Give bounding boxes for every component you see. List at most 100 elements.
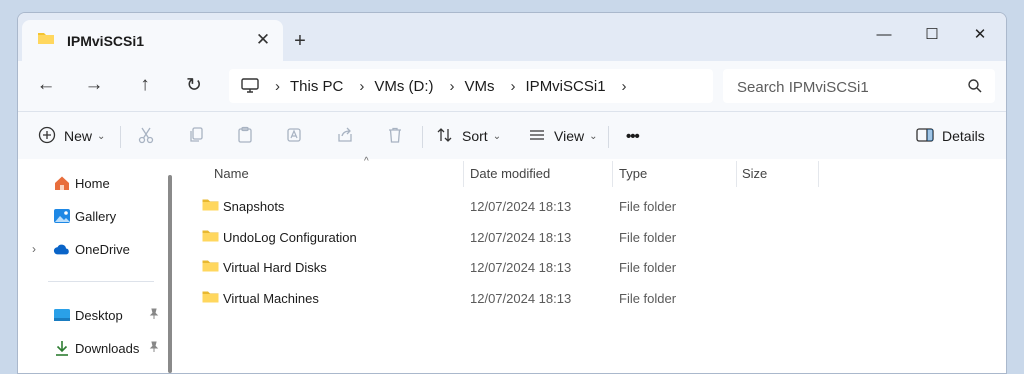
- file-row-virtual-machines[interactable]: Virtual Machines 12/07/2024 18:13 File f…: [198, 283, 978, 313]
- expand-chevron-icon[interactable]: ›: [32, 242, 36, 256]
- file-date: 12/07/2024 18:13: [470, 260, 572, 275]
- file-type: File folder: [619, 291, 677, 306]
- breadcrumb-chevron: ›: [510, 77, 516, 95]
- chevron-down-icon: ⌄: [492, 130, 502, 142]
- breadcrumb-chevron[interactable]: ›: [622, 78, 627, 95]
- address-row: ← → ↑ ↻ › This PC › VMs (D:) › VMs › IPM…: [18, 61, 1006, 111]
- sidebar-item-onedrive[interactable]: › OneDrive: [18, 234, 168, 264]
- refresh-button[interactable]: ↻: [178, 69, 210, 101]
- back-button[interactable]: ←: [30, 69, 62, 101]
- minimize-button[interactable]: —: [861, 19, 907, 49]
- cloud-icon: [53, 240, 71, 258]
- tab-title: IPMviSCSi1: [67, 32, 145, 49]
- cut-button[interactable]: [137, 120, 155, 152]
- copy-button[interactable]: [187, 120, 205, 152]
- breadcrumb-vms-drive[interactable]: VMs (D:): [374, 78, 433, 95]
- column-divider[interactable]: [612, 161, 613, 187]
- explorer-window: IPMviSCSi1 ✕ + — ☐ ✕ ← → ↑ ↻ › This PC ›…: [17, 12, 1007, 374]
- search-box[interactable]: [723, 69, 995, 105]
- column-header-size[interactable]: Size: [742, 159, 812, 187]
- home-icon: [53, 174, 71, 192]
- breadcrumb-ipmviscsi1[interactable]: IPMviSCSi1: [526, 78, 606, 95]
- sidebar-item-gallery[interactable]: Gallery: [18, 201, 168, 231]
- trash-icon: [386, 126, 404, 147]
- sort-up-icon: ^: [364, 156, 369, 167]
- content-area: Home Gallery › OneDrive Desktop Download…: [18, 156, 1006, 373]
- breadcrumb-this-pc[interactable]: This PC: [290, 78, 343, 95]
- rename-icon: [286, 126, 304, 147]
- column-header-date[interactable]: Date modified: [470, 159, 610, 187]
- file-type: File folder: [619, 199, 677, 214]
- add-icon: [38, 126, 56, 147]
- folder-icon: [202, 290, 219, 306]
- column-header-type[interactable]: Type: [619, 159, 729, 187]
- delete-button[interactable]: [386, 120, 404, 152]
- cut-icon: [137, 126, 155, 147]
- navigation-pane: Home Gallery › OneDrive Desktop Download…: [18, 159, 168, 373]
- chevron-down-icon: ⌄: [589, 130, 598, 142]
- file-list: Name ^ Date modified Type Size Snapshots…: [178, 156, 1006, 373]
- sidebar-item-label: OneDrive: [75, 241, 130, 257]
- pin-icon: [148, 341, 160, 356]
- view-icon: [528, 126, 546, 147]
- details-label: Details: [942, 128, 985, 144]
- folder-icon: [202, 259, 219, 275]
- desktop-icon: [53, 306, 71, 324]
- address-bar[interactable]: › This PC › VMs (D:) › VMs › IPMviSCSi1 …: [229, 69, 713, 103]
- search-icon[interactable]: [967, 78, 983, 94]
- file-row-snapshots[interactable]: Snapshots 12/07/2024 18:13 File folder: [198, 191, 978, 221]
- column-divider[interactable]: [736, 161, 737, 187]
- breadcrumb-chevron: ›: [275, 77, 280, 95]
- breadcrumb-chevron: ›: [449, 77, 455, 95]
- sidebar-item-desktop[interactable]: Desktop: [18, 300, 168, 330]
- share-icon: [336, 126, 354, 147]
- share-button[interactable]: [336, 120, 354, 152]
- folder-icon: [37, 31, 55, 50]
- forward-button[interactable]: →: [78, 69, 110, 101]
- close-window-button[interactable]: ✕: [957, 19, 1003, 49]
- details-button[interactable]: Details: [916, 120, 985, 152]
- tab-current[interactable]: IPMviSCSi1 ✕: [22, 20, 283, 61]
- toolbar-divider: [422, 126, 423, 148]
- column-divider[interactable]: [463, 161, 464, 187]
- column-header-name[interactable]: Name ^: [214, 156, 464, 187]
- view-button[interactable]: View ⌄: [528, 120, 597, 152]
- title-bar: IPMviSCSi1 ✕ + — ☐ ✕: [18, 13, 1006, 61]
- tab-close-icon[interactable]: ✕: [253, 30, 273, 50]
- file-name: Virtual Hard Disks: [223, 260, 327, 275]
- paste-icon: [236, 126, 254, 147]
- toolbar-divider: [608, 126, 609, 148]
- sort-button[interactable]: Sort ⌄: [436, 120, 501, 152]
- chevron-down-icon: ⌄: [97, 130, 106, 142]
- search-input[interactable]: [723, 69, 969, 105]
- more-options-button[interactable]: •••: [626, 120, 640, 152]
- new-button[interactable]: New ⌄: [38, 120, 105, 152]
- paste-button[interactable]: [236, 120, 254, 152]
- file-date: 12/07/2024 18:13: [470, 291, 572, 306]
- file-name: UndoLog Configuration: [223, 230, 357, 245]
- sort-icon: [436, 126, 454, 147]
- file-type: File folder: [619, 230, 677, 245]
- navigation-scrollbar[interactable]: [168, 175, 172, 373]
- file-row-undolog[interactable]: UndoLog Configuration 12/07/2024 18:13 F…: [198, 222, 978, 252]
- sidebar-item-label: Desktop: [75, 307, 123, 323]
- breadcrumb-vms[interactable]: VMs: [465, 78, 495, 95]
- file-row-virtual-hard-disks[interactable]: Virtual Hard Disks 12/07/2024 18:13 File…: [198, 252, 978, 282]
- sidebar-item-label: Home: [75, 175, 110, 191]
- file-type: File folder: [619, 260, 677, 275]
- up-button[interactable]: ↑: [129, 69, 161, 101]
- sidebar-item-downloads[interactable]: Downloads: [18, 333, 168, 363]
- column-divider[interactable]: [818, 161, 819, 187]
- command-bar: New ⌄ Sort ⌄ View ⌄ ••• Details: [18, 111, 1006, 161]
- toolbar-divider: [120, 126, 121, 148]
- view-label: View: [554, 128, 585, 144]
- file-name: Snapshots: [223, 199, 285, 214]
- file-name: Virtual Machines: [223, 291, 319, 306]
- maximize-button[interactable]: ☐: [909, 19, 955, 49]
- column-label: Name: [214, 165, 249, 181]
- new-tab-button[interactable]: +: [288, 29, 312, 53]
- sidebar-item-home[interactable]: Home: [18, 168, 168, 198]
- folder-icon: [202, 198, 219, 214]
- rename-button[interactable]: [286, 120, 304, 152]
- download-icon: [53, 339, 71, 357]
